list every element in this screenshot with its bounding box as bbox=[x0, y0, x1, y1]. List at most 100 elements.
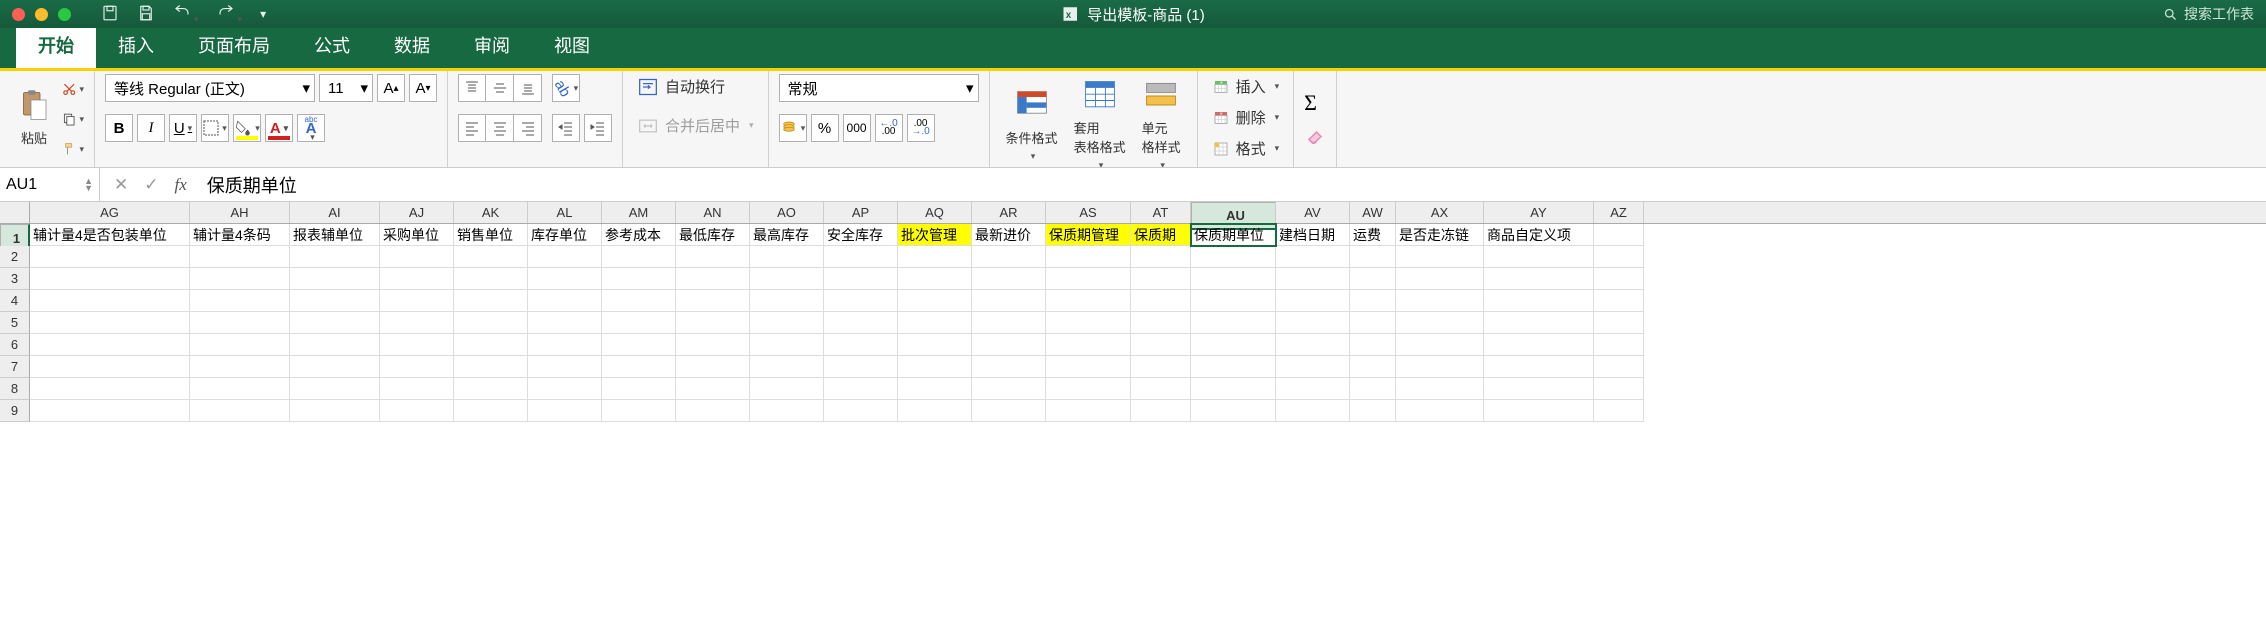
cell-AP4[interactable] bbox=[824, 290, 898, 312]
cell-AN4[interactable] bbox=[676, 290, 750, 312]
fill-color-button[interactable] bbox=[233, 114, 261, 142]
cell-AP8[interactable] bbox=[824, 378, 898, 400]
cell-AS7[interactable] bbox=[1046, 356, 1131, 378]
cell-AK4[interactable] bbox=[454, 290, 528, 312]
row-header-8[interactable]: 8 bbox=[0, 378, 30, 400]
ribbon-tab-0[interactable]: 开始 bbox=[16, 22, 96, 68]
cell-AY3[interactable] bbox=[1484, 268, 1594, 290]
format-as-table-button[interactable]: 套用 表格格式 bbox=[1068, 74, 1132, 168]
column-header-AK[interactable]: AK bbox=[454, 202, 528, 223]
cell-AV9[interactable] bbox=[1276, 400, 1350, 422]
cell-AK9[interactable] bbox=[454, 400, 528, 422]
column-header-AV[interactable]: AV bbox=[1276, 202, 1350, 223]
column-header-AX[interactable]: AX bbox=[1396, 202, 1484, 223]
cell-AS2[interactable] bbox=[1046, 246, 1131, 268]
align-middle-button[interactable] bbox=[486, 74, 514, 102]
cell-AR4[interactable] bbox=[972, 290, 1046, 312]
cell-AG4[interactable] bbox=[30, 290, 190, 312]
search-box[interactable]: 搜索工作表 bbox=[2163, 4, 2254, 24]
column-header-AW[interactable]: AW bbox=[1350, 202, 1396, 223]
cell-AU4[interactable] bbox=[1191, 290, 1276, 312]
cell-AU3[interactable] bbox=[1191, 268, 1276, 290]
cell-AX4[interactable] bbox=[1396, 290, 1484, 312]
cell-AZ9[interactable] bbox=[1594, 400, 1644, 422]
cell-AX5[interactable] bbox=[1396, 312, 1484, 334]
cell-AI7[interactable] bbox=[290, 356, 380, 378]
align-right-button[interactable] bbox=[514, 114, 542, 142]
cell-AG7[interactable] bbox=[30, 356, 190, 378]
column-header-AG[interactable]: AG bbox=[30, 202, 190, 223]
cell-AP7[interactable] bbox=[824, 356, 898, 378]
column-header-AL[interactable]: AL bbox=[528, 202, 602, 223]
cell-AN2[interactable] bbox=[676, 246, 750, 268]
cell-AW2[interactable] bbox=[1350, 246, 1396, 268]
cell-AZ4[interactable] bbox=[1594, 290, 1644, 312]
cell-AY4[interactable] bbox=[1484, 290, 1594, 312]
cell-AX6[interactable] bbox=[1396, 334, 1484, 356]
autosum-button[interactable]: Σ bbox=[1304, 90, 1317, 116]
ribbon-tab-5[interactable]: 审阅 bbox=[452, 22, 532, 68]
cell-AL3[interactable] bbox=[528, 268, 602, 290]
conditional-format-button[interactable]: 条件格式 bbox=[1000, 84, 1064, 166]
cell-AQ2[interactable] bbox=[898, 246, 972, 268]
cell-AU1[interactable]: 保质期单位 bbox=[1191, 224, 1276, 246]
cell-AY2[interactable] bbox=[1484, 246, 1594, 268]
cell-AZ1[interactable] bbox=[1594, 224, 1644, 246]
cell-AP6[interactable] bbox=[824, 334, 898, 356]
column-header-AO[interactable]: AO bbox=[750, 202, 824, 223]
cell-AP5[interactable] bbox=[824, 312, 898, 334]
enter-formula-button[interactable]: ✓ bbox=[144, 175, 158, 195]
cell-AV4[interactable] bbox=[1276, 290, 1350, 312]
cell-AZ7[interactable] bbox=[1594, 356, 1644, 378]
cell-AL8[interactable] bbox=[528, 378, 602, 400]
cell-AN8[interactable] bbox=[676, 378, 750, 400]
decrease-font-button[interactable]: A▾ bbox=[409, 74, 437, 102]
cell-AR8[interactable] bbox=[972, 378, 1046, 400]
cell-AQ1[interactable]: 批次管理 bbox=[898, 224, 972, 246]
cell-AY5[interactable] bbox=[1484, 312, 1594, 334]
column-header-AS[interactable]: AS bbox=[1046, 202, 1131, 223]
cell-AT9[interactable] bbox=[1131, 400, 1191, 422]
cell-AY1[interactable]: 商品自定义项 bbox=[1484, 224, 1594, 246]
column-header-AZ[interactable]: AZ bbox=[1594, 202, 1644, 223]
cell-AS3[interactable] bbox=[1046, 268, 1131, 290]
cell-AK2[interactable] bbox=[454, 246, 528, 268]
cell-AW9[interactable] bbox=[1350, 400, 1396, 422]
orientation-button[interactable]: ab bbox=[552, 74, 580, 102]
column-header-AR[interactable]: AR bbox=[972, 202, 1046, 223]
cell-AH9[interactable] bbox=[190, 400, 290, 422]
cell-AX2[interactable] bbox=[1396, 246, 1484, 268]
cell-AX1[interactable]: 是否走冻链 bbox=[1396, 224, 1484, 246]
cell-AT6[interactable] bbox=[1131, 334, 1191, 356]
phonetic-button[interactable]: abcA bbox=[297, 114, 325, 142]
font-name-select[interactable]: 等线 Regular (正文)▾ bbox=[105, 74, 315, 102]
cut-button[interactable] bbox=[62, 78, 84, 100]
cell-AN5[interactable] bbox=[676, 312, 750, 334]
cell-AY9[interactable] bbox=[1484, 400, 1594, 422]
align-center-button[interactable] bbox=[486, 114, 514, 142]
cell-AO1[interactable]: 最高库存 bbox=[750, 224, 824, 246]
cell-AS1[interactable]: 保质期管理 bbox=[1046, 224, 1131, 246]
increase-font-button[interactable]: A▴ bbox=[377, 74, 405, 102]
copy-button[interactable] bbox=[62, 108, 84, 130]
cell-AM5[interactable] bbox=[602, 312, 676, 334]
cell-AT3[interactable] bbox=[1131, 268, 1191, 290]
cell-AW8[interactable] bbox=[1350, 378, 1396, 400]
ribbon-tab-6[interactable]: 视图 bbox=[532, 22, 612, 68]
cell-AU5[interactable] bbox=[1191, 312, 1276, 334]
cell-AO8[interactable] bbox=[750, 378, 824, 400]
column-header-AT[interactable]: AT bbox=[1131, 202, 1191, 223]
undo-button[interactable] bbox=[173, 4, 199, 25]
ribbon-tab-3[interactable]: 公式 bbox=[292, 22, 372, 68]
cell-AK8[interactable] bbox=[454, 378, 528, 400]
cell-AZ5[interactable] bbox=[1594, 312, 1644, 334]
cell-AN3[interactable] bbox=[676, 268, 750, 290]
cell-AZ8[interactable] bbox=[1594, 378, 1644, 400]
cell-AN9[interactable] bbox=[676, 400, 750, 422]
row-header-9[interactable]: 9 bbox=[0, 400, 30, 422]
cell-AV7[interactable] bbox=[1276, 356, 1350, 378]
cell-AW4[interactable] bbox=[1350, 290, 1396, 312]
font-color-button[interactable]: A bbox=[265, 114, 293, 142]
percent-format-button[interactable]: % bbox=[811, 114, 839, 142]
cancel-formula-button[interactable]: ✕ bbox=[114, 175, 128, 195]
